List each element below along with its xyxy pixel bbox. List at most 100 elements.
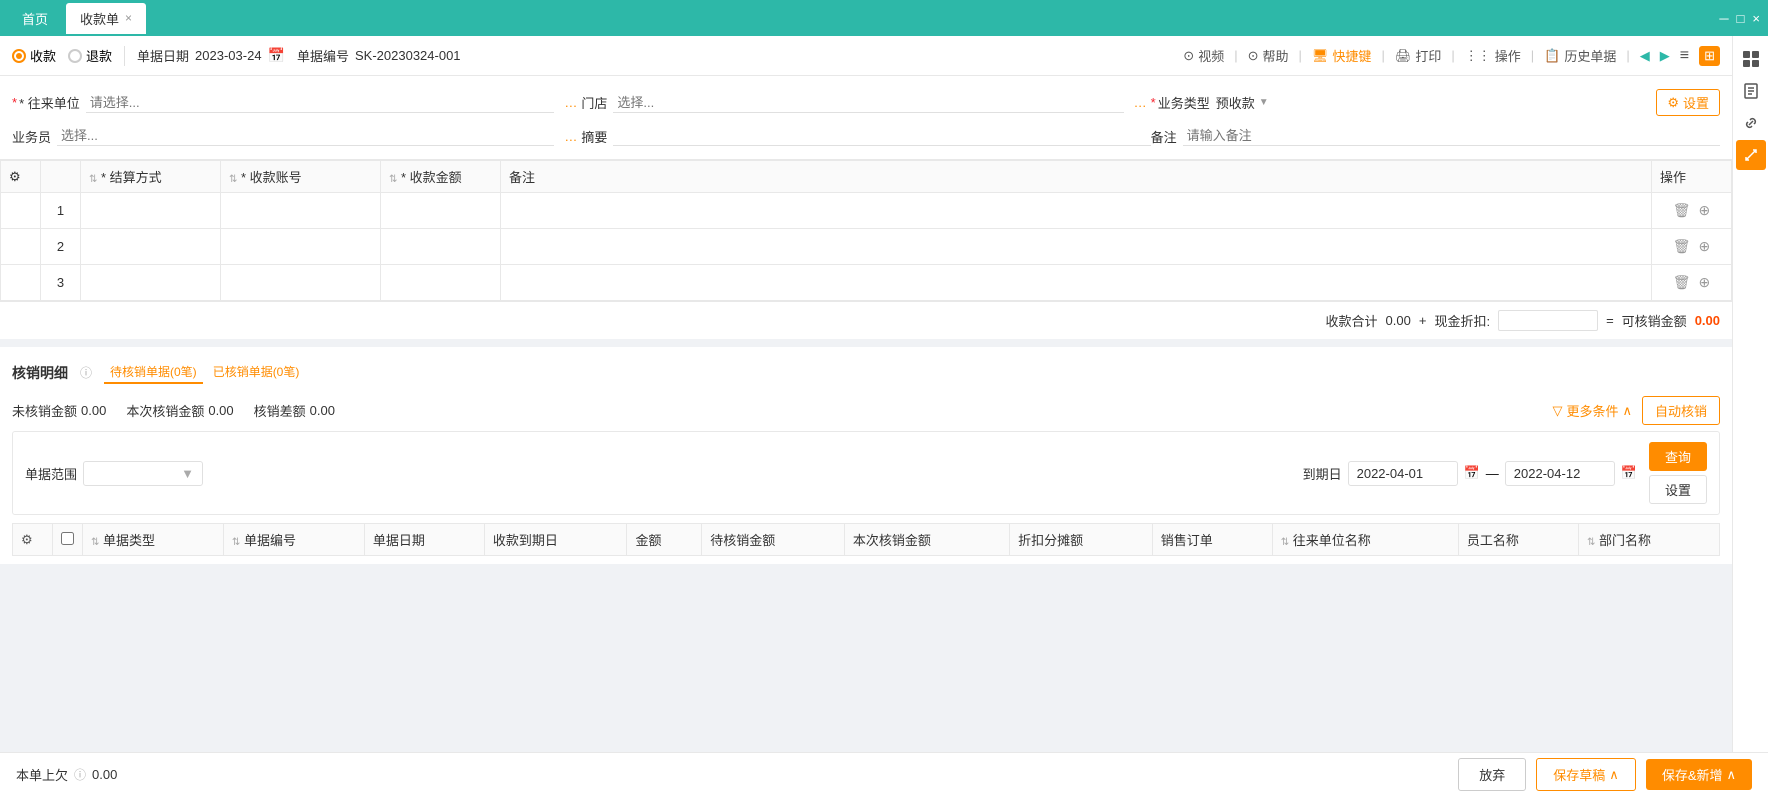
- row1-settings: [1, 193, 41, 229]
- radio-shoukuan[interactable]: 收款: [12, 46, 56, 65]
- row1-jiesuan[interactable]: [81, 193, 221, 229]
- query-btn[interactable]: 查询: [1649, 442, 1707, 471]
- type-radio-group: 收款 退款: [12, 46, 112, 65]
- delete-icon-1[interactable]: 🗑: [1673, 202, 1691, 219]
- row1-no: 1: [41, 193, 81, 229]
- toolbar: 收款 退款 单据日期 2023-03-24 📅 单据编号 SK-20230324…: [0, 36, 1732, 76]
- detail-col-order: 销售订单: [1152, 524, 1272, 556]
- receipt-table: ⚙ ⇅ * 结算方式 ⇅ * 收款账号 ⇅ * 收款金额: [0, 160, 1732, 301]
- row1-account[interactable]: [221, 193, 381, 229]
- detail-table: ⚙ ⇅ 单据类型 ⇅ 单据编号 单据日期: [12, 523, 1720, 556]
- close-icon[interactable]: ×: [1752, 11, 1760, 26]
- row2-amount[interactable]: [381, 229, 501, 265]
- hexiao-title-row: 核销明细 ⓘ 待核销单据(0笔) 已核销单据(0笔): [12, 355, 1720, 390]
- total-label: 收款合计: [1326, 311, 1378, 330]
- detail-col-settings[interactable]: ⚙: [13, 524, 53, 556]
- maximize-icon[interactable]: □: [1737, 11, 1745, 26]
- calendar-to-icon[interactable]: 📅: [1621, 465, 1637, 481]
- list-icon[interactable]: ≡: [1680, 47, 1689, 65]
- minimize-icon[interactable]: ─: [1719, 11, 1728, 26]
- date-from-input[interactable]: [1348, 461, 1458, 486]
- xianjin-input[interactable]: [1498, 310, 1598, 331]
- operation-btn[interactable]: ⋮⋮ 操作: [1465, 46, 1521, 65]
- biz-star: *: [1151, 95, 1156, 110]
- copy-icon-2[interactable]: ⊕: [1699, 238, 1711, 255]
- hexiao-query-row: 单据范围 ▼ 到期日 📅 — 📅 查询 设置: [12, 431, 1720, 515]
- salesman-input[interactable]: [57, 126, 554, 146]
- prev-info-icon[interactable]: ⓘ: [74, 766, 86, 783]
- hexiao-tab-done[interactable]: 已核销单据(0笔): [207, 361, 306, 384]
- detail-col-this: 本次核销金额: [844, 524, 1009, 556]
- row1-amount[interactable]: [381, 193, 501, 229]
- counterpart-more-icon[interactable]: …: [560, 95, 581, 110]
- copy-icon-3[interactable]: ⊕: [1699, 274, 1711, 291]
- summary-bar: 收款合计 0.00 + 现金折扣: = 可核销金额 0.00: [0, 301, 1732, 339]
- sidebar-icon-doc[interactable]: [1736, 76, 1766, 106]
- hexiao-section: 核销明细 ⓘ 待核销单据(0笔) 已核销单据(0笔) 未核销金额 0.00 本次…: [0, 347, 1732, 564]
- more-conditions-btn[interactable]: ▽ 更多条件 ∧: [1552, 401, 1632, 420]
- save-new-btn[interactable]: 保存&新增 ∧: [1646, 759, 1752, 790]
- calendar-icon[interactable]: 📅: [268, 47, 285, 64]
- row3-jiesuan[interactable]: [81, 265, 221, 301]
- auto-hexiao-btn[interactable]: 自动核销: [1642, 396, 1720, 425]
- hexiao-settings-btn[interactable]: 设置: [1649, 475, 1707, 504]
- delete-icon-2[interactable]: 🗑: [1673, 238, 1691, 255]
- tab-home[interactable]: 首页: [8, 3, 62, 34]
- row2-remark[interactable]: [501, 229, 1652, 265]
- history-btn[interactable]: 📋 历史单据: [1544, 46, 1616, 65]
- settings-btn[interactable]: ⚙ 设置: [1656, 89, 1720, 116]
- date-dash: —: [1486, 466, 1499, 481]
- sidebar-icon-table[interactable]: [1736, 44, 1766, 74]
- sidebar-icon-expand[interactable]: [1736, 140, 1766, 170]
- sidebar-icon-link[interactable]: [1736, 108, 1766, 138]
- action-icons-2: 🗑 ⊕: [1660, 238, 1723, 255]
- detail-gear-icon[interactable]: ⚙: [21, 532, 33, 547]
- hexiao-tab-pending[interactable]: 待核销单据(0笔): [104, 361, 203, 384]
- detail-col-staff: 员工名称: [1458, 524, 1578, 556]
- counterpart-input[interactable]: [86, 93, 555, 113]
- tab-shoukudan[interactable]: 收款单 ×: [66, 3, 146, 34]
- detail-col-due: 收款到期日: [484, 524, 627, 556]
- video-btn[interactable]: ⊙ 视频: [1183, 46, 1224, 65]
- row2-jiesuan[interactable]: [81, 229, 221, 265]
- help-btn[interactable]: ⊙ 帮助: [1248, 46, 1289, 65]
- row3-account[interactable]: [221, 265, 381, 301]
- hexiao-amount-value: 0.00: [1695, 313, 1720, 328]
- date-to-input[interactable]: [1505, 461, 1615, 486]
- calendar-from-icon[interactable]: 📅: [1464, 465, 1480, 481]
- plus-sign: +: [1419, 313, 1427, 328]
- biz-type-select[interactable]: 预收款 ▼: [1216, 93, 1651, 112]
- row3-remark[interactable]: [501, 265, 1652, 301]
- salesman-label: 业务员: [12, 127, 51, 146]
- select-all-checkbox[interactable]: [61, 532, 74, 545]
- grid-icon[interactable]: ⊞: [1699, 46, 1720, 66]
- tab-close-icon[interactable]: ×: [125, 11, 132, 25]
- range-select[interactable]: ▼: [83, 461, 203, 486]
- bottom-left: 本单上欠 ⓘ 0.00: [16, 765, 117, 784]
- shortcut-btn[interactable]: 🖥 快捷键: [1312, 46, 1372, 65]
- col-remark-header: 备注: [501, 161, 1652, 193]
- col-settings-header[interactable]: ⚙: [1, 161, 41, 193]
- copy-icon-1[interactable]: ⊕: [1699, 202, 1711, 219]
- radio-tuikuan[interactable]: 退款: [68, 46, 112, 65]
- row2-account[interactable]: [221, 229, 381, 265]
- col-amount-header: ⇅ * 收款金额: [381, 161, 501, 193]
- history-icon: 📋: [1544, 48, 1560, 64]
- hexiao-info-icon[interactable]: ⓘ: [80, 364, 92, 381]
- remark-input[interactable]: [1183, 126, 1720, 146]
- abandon-btn[interactable]: 放弃: [1458, 758, 1526, 791]
- row1-remark[interactable]: [501, 193, 1652, 229]
- video-icon: ⊙: [1183, 48, 1194, 64]
- print-btn[interactable]: 🖨 打印: [1395, 46, 1442, 65]
- arrow-right-icon[interactable]: ▶: [1660, 48, 1670, 64]
- detail-col-checkbox: [53, 524, 83, 556]
- summary-input[interactable]: [613, 126, 1150, 146]
- store-more-icon[interactable]: …: [1130, 95, 1151, 110]
- save-draft-btn[interactable]: 保存草稿 ∧: [1536, 758, 1636, 791]
- delete-icon-3[interactable]: 🗑: [1673, 274, 1691, 291]
- arrow-left-icon[interactable]: ◀: [1640, 48, 1650, 64]
- salesman-more-icon[interactable]: …: [560, 129, 581, 144]
- salesman-field: 业务员 …: [12, 126, 581, 146]
- store-input[interactable]: [613, 93, 1123, 113]
- row3-amount[interactable]: [381, 265, 501, 301]
